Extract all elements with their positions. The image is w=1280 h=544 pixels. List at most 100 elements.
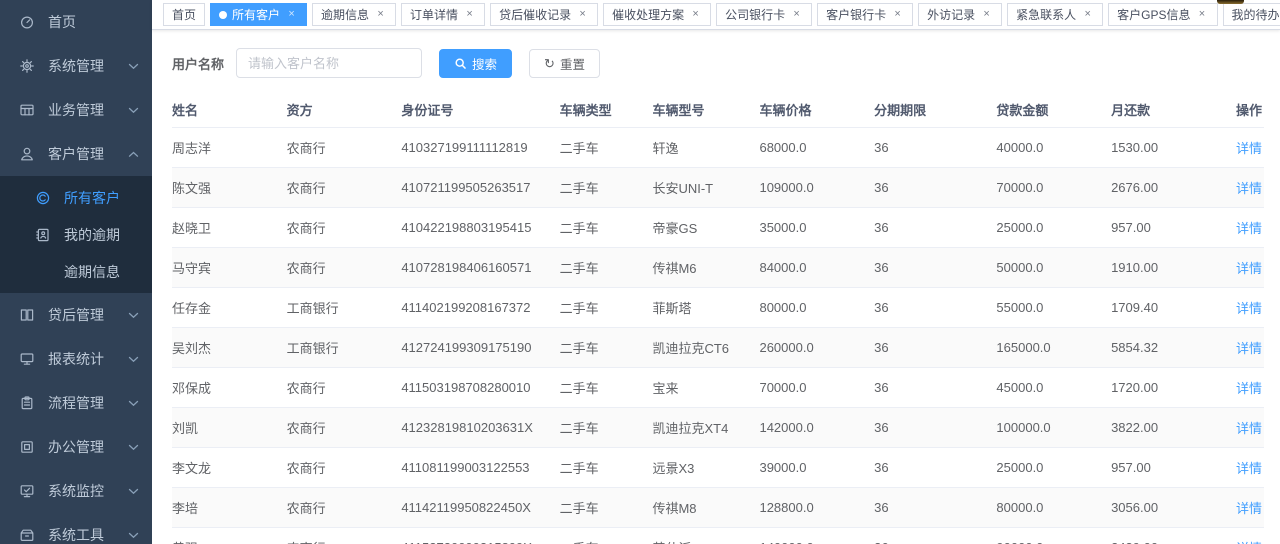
table-cell: 410728198406160571 — [401, 248, 559, 288]
table-row: 刘凯农商行41232819810203631X二手车凯迪拉克XT4142000.… — [172, 408, 1264, 448]
table-cell: 36 — [874, 528, 996, 544]
tab-紧急联系人[interactable]: 紧急联系人× — [1007, 3, 1103, 26]
detail-link[interactable]: 详情 — [1236, 461, 1262, 476]
column-header-车辆价格: 车辆价格 — [759, 92, 874, 128]
search-button[interactable]: 搜索 — [439, 49, 512, 78]
tab-所有客户[interactable]: 所有客户× — [210, 3, 307, 26]
table-row: 吴刘杰工商银行412724199309175190二手车凯迪拉克CT626000… — [172, 328, 1264, 368]
close-icon[interactable]: × — [1081, 8, 1094, 21]
user-icon — [17, 146, 37, 162]
table-cell: 5854.32 — [1111, 328, 1218, 368]
column-header-车辆类型: 车辆类型 — [560, 92, 653, 128]
tab-label: 客户GPS信息 — [1117, 6, 1190, 23]
table-cell: 李文龙 — [172, 448, 287, 488]
table-cell: 李培 — [172, 488, 287, 528]
table-cell: 黄强 — [172, 528, 287, 544]
tab-label: 客户银行卡 — [826, 6, 886, 23]
table-cell: 农商行 — [287, 488, 402, 528]
sidebar-item-系统管理[interactable]: 系统管理 — [0, 44, 152, 88]
tab-label: 公司银行卡 — [725, 6, 785, 23]
table-cell: 410422198803195415 — [401, 208, 559, 248]
detail-link[interactable]: 详情 — [1236, 381, 1262, 396]
tab-客户银行卡[interactable]: 客户银行卡 × — [817, 3, 913, 26]
tab-客户GPS信息[interactable]: 客户GPS信息 × — [1108, 3, 1217, 26]
close-icon[interactable]: × — [576, 8, 589, 21]
table-cell-actions: 详情 — [1218, 248, 1264, 288]
tab-首页[interactable]: 首页 — [163, 3, 205, 26]
sidebar-item-系统工具[interactable]: 系统工具 — [0, 513, 152, 544]
table-cell: 1720.00 — [1111, 368, 1218, 408]
tab-我的待办[interactable]: 我的待办× — [1223, 3, 1280, 26]
sidebar-item-所有客户[interactable]: 所有客户 — [0, 179, 152, 216]
sidebar-item-贷后管理[interactable]: 贷后管理 — [0, 293, 152, 337]
detail-link[interactable]: 详情 — [1236, 501, 1262, 516]
customer-name-input[interactable] — [236, 48, 422, 78]
close-icon[interactable]: × — [689, 8, 702, 21]
column-header-车辆型号: 车辆型号 — [652, 92, 759, 128]
detail-link[interactable]: 详情 — [1236, 421, 1262, 436]
sidebar-item-逾期信息[interactable]: 逾期信息 — [0, 253, 152, 290]
table-cell: 二手车 — [560, 408, 653, 448]
sidebar-item-首页[interactable]: 首页 — [0, 0, 152, 44]
table-cell: 128800.0 — [759, 488, 874, 528]
sidebar-item-流程管理[interactable]: 流程管理 — [0, 381, 152, 425]
tab-订单详情[interactable]: 订单详情× — [401, 3, 485, 26]
close-icon[interactable]: × — [790, 8, 803, 21]
customers-circle-icon — [33, 190, 53, 206]
search-form: 用户名称 搜索 ↻ 重置 — [172, 48, 1264, 78]
chevron-down-icon — [128, 356, 139, 363]
table-row: 任存金工商银行411402199208167372二手车菲斯塔80000.036… — [172, 288, 1264, 328]
sidebar-item-报表统计[interactable]: 报表统计 — [0, 337, 152, 381]
table-cell: 农商行 — [287, 528, 402, 544]
close-icon[interactable]: × — [374, 8, 387, 21]
table-cell: 刘凯 — [172, 408, 287, 448]
table-cell: 长安UNI-T — [652, 168, 759, 208]
sidebar-item-我的逾期[interactable]: 我的逾期 — [0, 216, 152, 253]
table-cell: 55000.0 — [996, 288, 1111, 328]
table-cell: 36 — [874, 448, 996, 488]
tab-催收处理方案[interactable]: 催收处理方案 × — [603, 3, 711, 26]
close-icon[interactable]: × — [891, 8, 904, 21]
table-cell: 41142119950822450X — [401, 488, 559, 528]
sidebar-item-label: 业务管理 — [48, 100, 104, 120]
column-header-资方: 资方 — [287, 92, 402, 128]
tab-逾期信息[interactable]: 逾期信息× — [312, 3, 396, 26]
table-cell: 远景X3 — [652, 448, 759, 488]
tab-贷后催收记录[interactable]: 贷后催收记录× — [490, 3, 598, 26]
reset-button[interactable]: ↻ 重置 — [529, 49, 600, 78]
close-icon[interactable]: × — [980, 8, 993, 21]
table-cell: 36 — [874, 208, 996, 248]
table-cell: 赵晓卫 — [172, 208, 287, 248]
detail-link[interactable]: 详情 — [1236, 221, 1262, 236]
chevron-down-icon — [128, 107, 139, 114]
table-cell: 二手车 — [560, 448, 653, 488]
table-cell: 70000.0 — [759, 368, 874, 408]
table-cell: 140000.0 — [759, 528, 874, 544]
toolbox-icon — [17, 527, 37, 543]
no-icon — [33, 264, 53, 280]
detail-link[interactable]: 详情 — [1236, 261, 1262, 276]
table-cell: 3439.00 — [1111, 528, 1218, 544]
detail-link[interactable]: 详情 — [1236, 301, 1262, 316]
table-cell: 45000.0 — [996, 368, 1111, 408]
sidebar-item-label: 流程管理 — [48, 393, 104, 413]
detail-link[interactable]: 详情 — [1236, 141, 1262, 156]
close-icon[interactable]: × — [463, 8, 476, 21]
table-cell-actions: 详情 — [1218, 128, 1264, 168]
table-cell: 260000.0 — [759, 328, 874, 368]
table-cell: 凯迪拉克XT4 — [652, 408, 759, 448]
table-cell: 142000.0 — [759, 408, 874, 448]
sidebar-item-客户管理[interactable]: 客户管理 — [0, 132, 152, 176]
sidebar-item-办公管理[interactable]: 办公管理 — [0, 425, 152, 469]
sidebar-item-系统监控[interactable]: 系统监控 — [0, 469, 152, 513]
tab-公司银行卡[interactable]: 公司银行卡 × — [716, 3, 812, 26]
tab-label: 催收处理方案 — [612, 6, 684, 23]
tab-外访记录[interactable]: 外访记录× — [918, 3, 1002, 26]
close-icon[interactable]: × — [285, 8, 298, 21]
detail-link[interactable]: 详情 — [1236, 341, 1262, 356]
detail-link[interactable]: 详情 — [1236, 181, 1262, 196]
table-cell: 165000.0 — [996, 328, 1111, 368]
close-icon[interactable]: × — [1196, 8, 1209, 21]
sidebar-item-业务管理[interactable]: 业务管理 — [0, 88, 152, 132]
table-cell: 957.00 — [1111, 448, 1218, 488]
